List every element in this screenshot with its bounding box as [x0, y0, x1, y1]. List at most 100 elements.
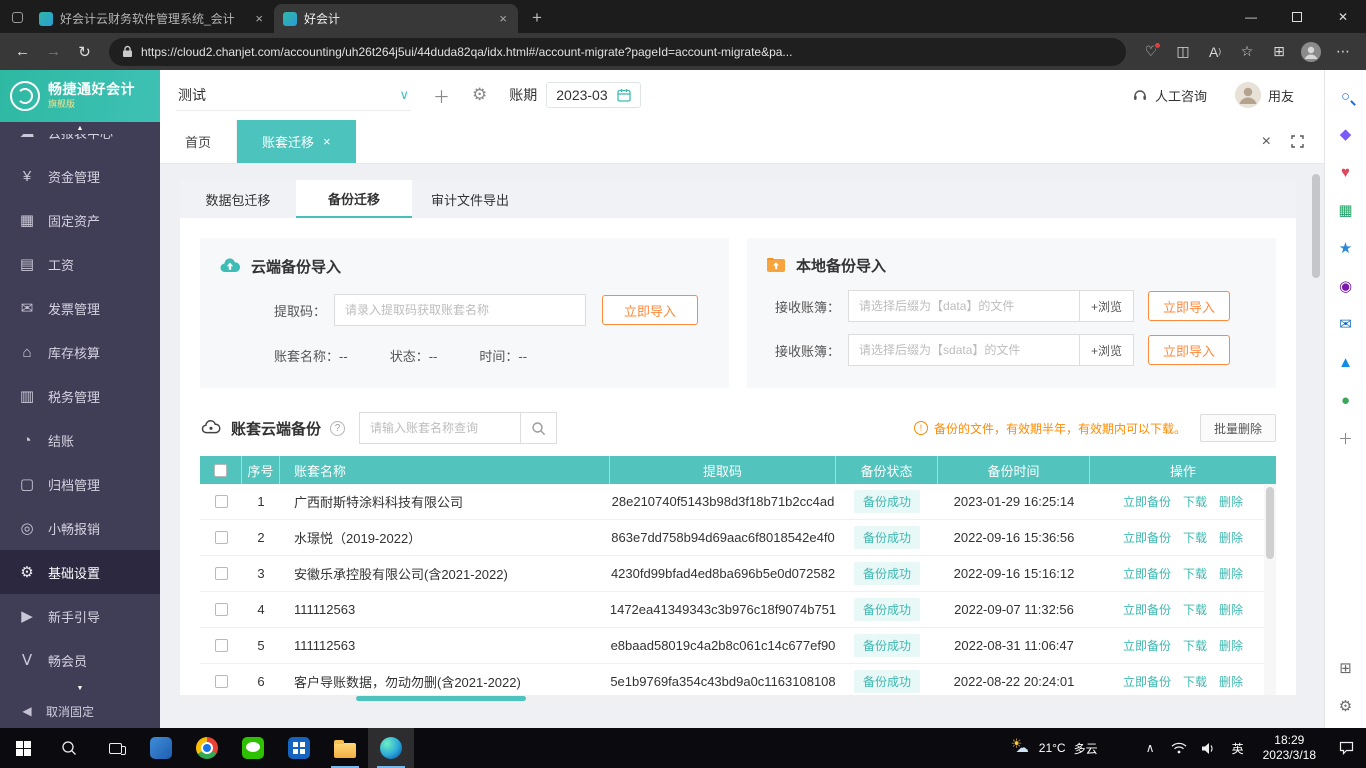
profile-avatar[interactable]: [1296, 38, 1326, 66]
edge-loop-icon[interactable]: ◉: [1336, 276, 1356, 296]
sidebar-item-小畅报销[interactable]: ◎ 小畅报销: [0, 506, 160, 550]
account-select[interactable]: 测试 ∨: [176, 79, 411, 111]
file-explorer-app[interactable]: [322, 728, 368, 768]
sdata-file-input[interactable]: [849, 335, 1080, 365]
delete-link[interactable]: 删除: [1219, 601, 1243, 618]
sidebar-item-基础设置[interactable]: ⚙ 基础设置: [0, 550, 160, 594]
backup-now-link[interactable]: 立即备份: [1123, 673, 1171, 690]
back-icon[interactable]: ←: [8, 38, 37, 66]
sidebar-item-发票管理[interactable]: ✉ 发票管理: [0, 286, 160, 330]
close-window-button[interactable]: ✕: [1320, 0, 1366, 33]
browser-menu-icon[interactable]: ⋯: [1328, 38, 1358, 66]
page-tab-home[interactable]: 首页: [160, 120, 238, 163]
sidebar-unpin-button[interactable]: ◀ 取消固定: [0, 694, 160, 728]
row-checkbox[interactable]: [214, 675, 228, 688]
extraction-code-input[interactable]: [334, 294, 587, 326]
tab-data-package[interactable]: 数据包迁移: [180, 180, 296, 218]
sidebar-item-畅会员[interactable]: Ⅴ 畅会员: [0, 638, 160, 682]
input-language-button[interactable]: 英: [1223, 740, 1253, 757]
pinned-app-2[interactable]: [276, 728, 322, 768]
table-scrollbar-thumb[interactable]: [1266, 487, 1274, 559]
search-button[interactable]: [520, 413, 557, 443]
sidebar-item-工资[interactable]: ▤ 工资: [0, 242, 160, 286]
page-tab-migrate[interactable]: 账套迁移 ×: [237, 120, 356, 163]
row-checkbox[interactable]: [214, 567, 228, 580]
sidebar-item-固定资产[interactable]: ▦ 固定资产: [0, 198, 160, 242]
delete-link[interactable]: 删除: [1219, 529, 1243, 546]
row-checkbox[interactable]: [214, 603, 228, 616]
task-view-button[interactable]: [92, 728, 138, 768]
browser-tab-1[interactable]: 好会计云财务软件管理系统_会计 ×: [30, 4, 274, 33]
chrome-app[interactable]: [184, 728, 230, 768]
edge-copilot-icon[interactable]: ◆: [1336, 124, 1356, 144]
horizontal-scrollbar-thumb[interactable]: [356, 696, 526, 701]
sidebar-item-归档管理[interactable]: ▢ 归档管理: [0, 462, 160, 506]
download-link[interactable]: 下载: [1183, 637, 1207, 654]
edge-drop-icon[interactable]: ▲: [1336, 352, 1356, 372]
sidebar-item-新手引导[interactable]: ▶ 新手引导: [0, 594, 160, 638]
tab1-close-icon[interactable]: ×: [253, 11, 265, 26]
edge-app[interactable]: [368, 728, 414, 768]
page-tab-close-icon[interactable]: ×: [323, 134, 331, 149]
sidebar-item-结账[interactable]: ◔ 结账: [0, 418, 160, 462]
action-center-button[interactable]: [1326, 741, 1366, 755]
browse-sdata-button[interactable]: +浏览: [1079, 335, 1134, 365]
taskbar-search-button[interactable]: [46, 728, 92, 768]
sidebar-scroll-down-icon[interactable]: ▼: [0, 682, 160, 694]
edge-office-icon[interactable]: ▦: [1336, 200, 1356, 220]
edge-apps-icon[interactable]: ⊞: [1336, 658, 1356, 678]
start-button[interactable]: [0, 728, 46, 768]
tab-backup-migrate[interactable]: 备份迁移: [296, 180, 412, 218]
split-screen-icon[interactable]: ◫: [1168, 38, 1198, 66]
download-link[interactable]: 下载: [1183, 493, 1207, 510]
edge-add-tool-icon[interactable]: ＋: [1336, 428, 1356, 448]
edge-designer-icon[interactable]: ●: [1336, 390, 1356, 410]
volume-button[interactable]: [1194, 742, 1223, 755]
wechat-app[interactable]: [230, 728, 276, 768]
tab-audit-export[interactable]: 审计文件导出: [412, 180, 528, 218]
read-aloud-icon[interactable]: A): [1200, 38, 1230, 66]
maximize-button[interactable]: [1274, 0, 1320, 33]
sidebar-item-资金管理[interactable]: ¥ 资金管理: [0, 154, 160, 198]
support-button[interactable]: 人工咨询: [1132, 86, 1207, 105]
row-checkbox[interactable]: [214, 495, 228, 508]
network-button[interactable]: [1165, 742, 1194, 754]
cloud-import-button[interactable]: 立即导入: [602, 295, 699, 325]
delete-link[interactable]: 删除: [1219, 565, 1243, 582]
download-link[interactable]: 下载: [1183, 601, 1207, 618]
sidebar-item-云报表中心[interactable]: ☁ 云报表中心: [0, 134, 160, 154]
settings-gear-icon[interactable]: ⚙: [472, 85, 487, 105]
browser-essentials-icon[interactable]: ♡: [1136, 38, 1166, 66]
pinned-app-1[interactable]: [138, 728, 184, 768]
taskbar-weather[interactable]: ☀ ☁ 21°C 多云: [999, 736, 1110, 757]
backup-now-link[interactable]: 立即备份: [1123, 601, 1171, 618]
hidden-icons-chevron[interactable]: ∧: [1136, 741, 1165, 755]
new-tab-button[interactable]: +: [524, 5, 550, 31]
fullscreen-icon[interactable]: [1291, 135, 1304, 148]
row-checkbox[interactable]: [214, 639, 228, 652]
help-icon[interactable]: ?: [330, 420, 346, 436]
sidebar-item-税务管理[interactable]: ▥ 税务管理: [0, 374, 160, 418]
batch-delete-button[interactable]: 批量删除: [1199, 414, 1276, 442]
download-link[interactable]: 下载: [1183, 673, 1207, 690]
backup-now-link[interactable]: 立即备份: [1123, 529, 1171, 546]
sidebar-item-库存核算[interactable]: ⌂ 库存核算: [0, 330, 160, 374]
favorites-icon[interactable]: ☆: [1232, 38, 1262, 66]
download-link[interactable]: 下载: [1183, 565, 1207, 582]
user-menu[interactable]: 用友: [1234, 82, 1294, 108]
collections-icon[interactable]: ⊞: [1264, 38, 1294, 66]
sidebar-scroll-up-icon[interactable]: ▲: [0, 122, 160, 134]
edge-search-icon[interactable]: ○: [1336, 86, 1356, 106]
delete-link[interactable]: 删除: [1219, 493, 1243, 510]
backup-now-link[interactable]: 立即备份: [1123, 565, 1171, 582]
download-link[interactable]: 下载: [1183, 529, 1207, 546]
address-bar[interactable]: https://cloud2.chanjet.com/accounting/uh…: [109, 37, 1126, 66]
backup-now-link[interactable]: 立即备份: [1123, 637, 1171, 654]
backup-now-link[interactable]: 立即备份: [1123, 493, 1171, 510]
sdata-import-button[interactable]: 立即导入: [1148, 335, 1231, 365]
edge-games-icon[interactable]: ★: [1336, 238, 1356, 258]
forward-icon[interactable]: →: [39, 38, 68, 66]
select-all-checkbox[interactable]: [214, 463, 227, 477]
row-checkbox[interactable]: [214, 531, 228, 544]
page-scrollbar-thumb[interactable]: [1312, 174, 1320, 278]
